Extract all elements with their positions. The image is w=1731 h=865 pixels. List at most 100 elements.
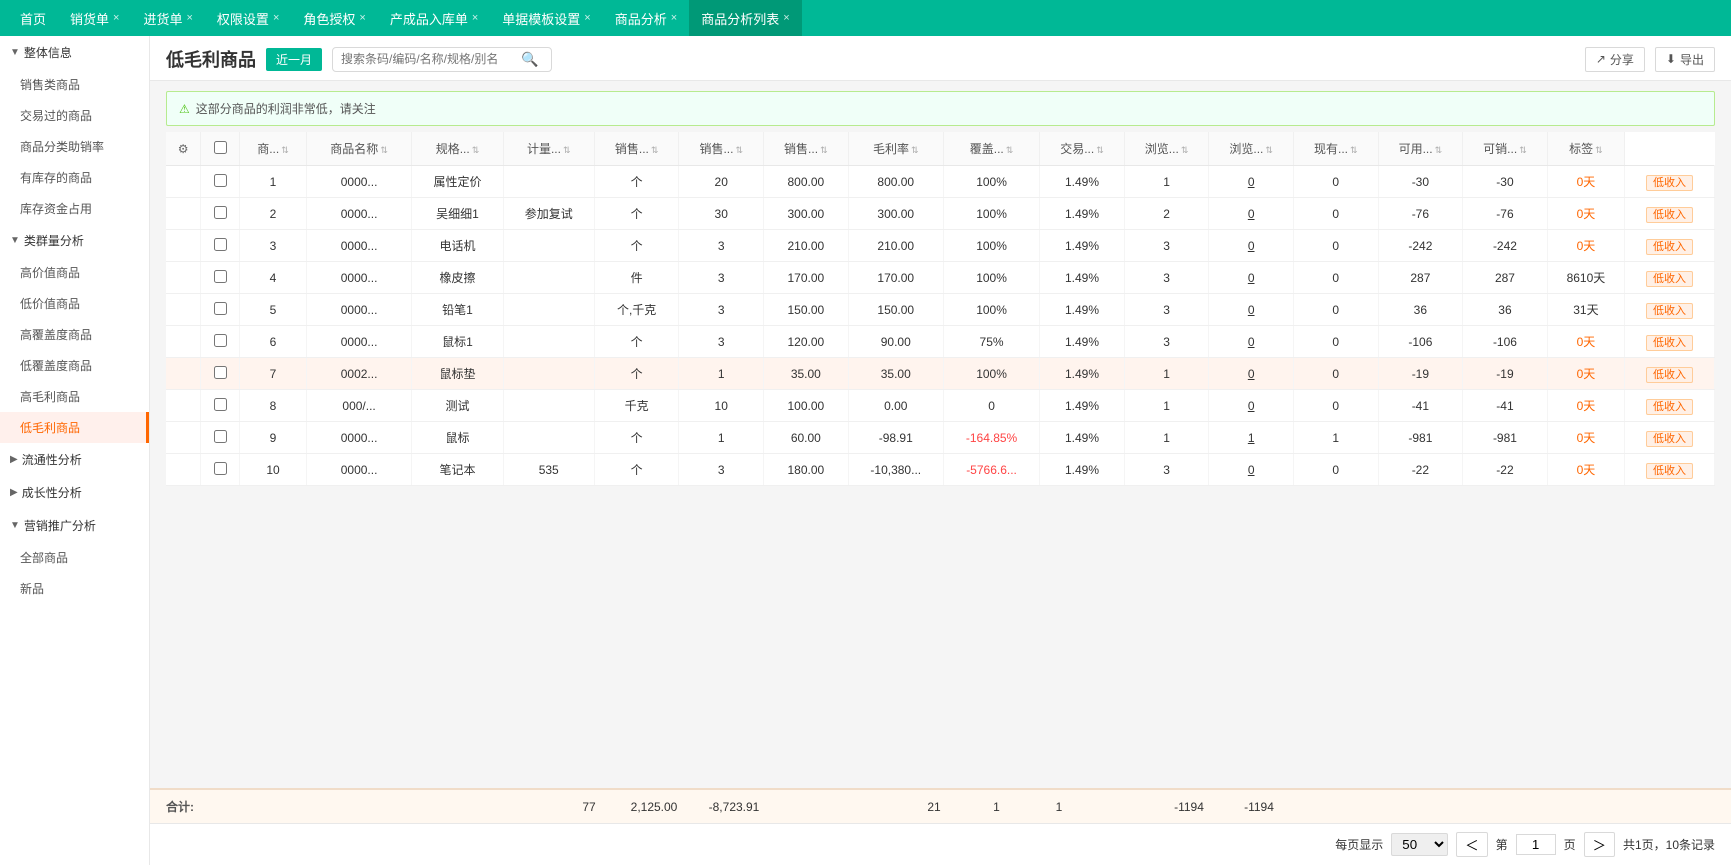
nav-close-permissions[interactable]: × xyxy=(273,12,279,24)
sidebar-section-group[interactable]: ▼ 类群量分析 xyxy=(0,224,149,257)
row-coverage: 1.49% xyxy=(1040,230,1125,262)
col-coverage[interactable]: 覆盖...⇅ xyxy=(943,132,1039,166)
export-button[interactable]: ⬇ 导出 xyxy=(1655,47,1715,72)
col-settings[interactable]: ⚙ xyxy=(166,132,201,166)
col-sales-amount[interactable]: 销售...⇅ xyxy=(764,132,849,166)
nav-permissions[interactable]: 权限设置 × xyxy=(205,0,291,36)
nav-close-sales-order[interactable]: × xyxy=(113,12,119,24)
row-browse1[interactable]: 0 xyxy=(1209,198,1294,230)
sidebar-section-growth[interactable]: ▶ 成长性分析 xyxy=(0,476,149,509)
row-settings xyxy=(166,198,201,230)
col-tag[interactable]: 标签⇅ xyxy=(1547,132,1624,166)
row-checkbox[interactable] xyxy=(201,262,240,294)
share-button[interactable]: ↗ 分享 xyxy=(1585,47,1645,72)
page-number-input[interactable] xyxy=(1516,834,1556,855)
row-gross-rate: 75% xyxy=(943,326,1039,358)
row-gross-rate: 100% xyxy=(943,166,1039,198)
nav-product-analysis-list[interactable]: 商品分析列表 × xyxy=(689,0,801,36)
col-unit[interactable]: 计量...⇅ xyxy=(503,132,594,166)
sidebar-item-new-goods[interactable]: 新品 xyxy=(0,573,149,604)
nav-role-auth[interactable]: 角色授权 × xyxy=(291,0,377,36)
nav-sales-order[interactable]: 销货单 × xyxy=(58,0,131,36)
settings-icon[interactable]: ⚙ xyxy=(178,142,189,156)
row-checkbox[interactable] xyxy=(201,294,240,326)
row-browse1[interactable]: 0 xyxy=(1209,454,1294,486)
nav-close-template-settings[interactable]: × xyxy=(584,12,590,24)
nav-close-product-inbound[interactable]: × xyxy=(472,12,478,24)
row-saleable: 0天 xyxy=(1547,230,1624,262)
col-name[interactable]: 商品名称⇅ xyxy=(306,132,412,166)
col-checkbox[interactable] xyxy=(201,132,240,166)
row-no: 8 xyxy=(240,390,307,422)
sidebar-item-low-value[interactable]: 低价值商品 xyxy=(0,288,149,319)
row-checkbox[interactable] xyxy=(201,198,240,230)
sidebar-item-category-rate[interactable]: 商品分类助销率 xyxy=(0,131,149,162)
nav-product-inbound[interactable]: 产成品入库单 × xyxy=(378,0,490,36)
nav-close-role-auth[interactable]: × xyxy=(359,12,365,24)
sidebar-item-high-value[interactable]: 高价值商品 xyxy=(0,257,149,288)
row-browse1[interactable]: 1 xyxy=(1209,422,1294,454)
row-checkbox[interactable] xyxy=(201,422,240,454)
row-sales-qty: 10 xyxy=(679,390,764,422)
sidebar-item-high-coverage[interactable]: 高覆盖度商品 xyxy=(0,319,149,350)
col-trade[interactable]: 交易...⇅ xyxy=(1040,132,1125,166)
col-spec[interactable]: 规格...⇅ xyxy=(412,132,503,166)
row-checkbox[interactable] xyxy=(201,230,240,262)
sidebar-item-capital[interactable]: 库存资金占用 xyxy=(0,193,149,224)
row-gross-rate: 0 xyxy=(943,390,1039,422)
col-gross-rate[interactable]: 毛利率⇅ xyxy=(848,132,943,166)
sidebar-item-high-margin[interactable]: 高毛利商品 xyxy=(0,381,149,412)
row-checkbox[interactable] xyxy=(201,454,240,486)
row-tag: 低收入 xyxy=(1625,198,1715,230)
row-browse1[interactable]: 0 xyxy=(1209,358,1294,390)
export-icon: ⬇ xyxy=(1666,52,1676,66)
nav-template-settings[interactable]: 单据模板设置 × xyxy=(490,0,602,36)
row-no: 2 xyxy=(240,198,307,230)
col-available[interactable]: 可用...⇅ xyxy=(1378,132,1463,166)
nav-home[interactable]: 首页 xyxy=(8,0,58,36)
row-checkbox[interactable] xyxy=(201,326,240,358)
col-saleable[interactable]: 可销...⇅ xyxy=(1463,132,1548,166)
row-settings xyxy=(166,454,201,486)
row-browse1[interactable]: 0 xyxy=(1209,294,1294,326)
sidebar-item-traded-goods[interactable]: 交易过的商品 xyxy=(0,100,149,131)
search-input[interactable] xyxy=(341,52,521,66)
time-filter-button[interactable]: 近一月 xyxy=(266,48,322,71)
page-size-select[interactable]: 50 100 200 xyxy=(1391,833,1448,856)
sidebar-item-sales-goods[interactable]: 销售类商品 xyxy=(0,69,149,100)
sidebar-item-all-goods[interactable]: 全部商品 xyxy=(0,542,149,573)
nav-close-product-analysis[interactable]: × xyxy=(671,12,677,24)
col-current[interactable]: 现有...⇅ xyxy=(1293,132,1378,166)
search-icon[interactable]: 🔍 xyxy=(521,51,538,68)
row-sales-qty: 1 xyxy=(679,358,764,390)
select-all-checkbox[interactable] xyxy=(214,141,227,154)
nav-close-purchase-order[interactable]: × xyxy=(186,12,192,24)
col-browse1[interactable]: 浏览...⇅ xyxy=(1124,132,1209,166)
sidebar-item-low-coverage[interactable]: 低覆盖度商品 xyxy=(0,350,149,381)
nav-purchase-order[interactable]: 进货单 × xyxy=(131,0,204,36)
sidebar-item-stock-goods[interactable]: 有库存的商品 xyxy=(0,162,149,193)
row-trade: 3 xyxy=(1124,326,1209,358)
row-checkbox[interactable] xyxy=(201,390,240,422)
row-browse1[interactable]: 0 xyxy=(1209,230,1294,262)
next-page-button[interactable]: ＞ xyxy=(1584,832,1615,857)
row-code: 0000... xyxy=(306,230,412,262)
sidebar-section-marketing[interactable]: ▼ 营销推广分析 xyxy=(0,509,149,542)
col-code[interactable]: 商...⇅ xyxy=(240,132,307,166)
row-browse1[interactable]: 0 xyxy=(1209,166,1294,198)
row-checkbox[interactable] xyxy=(201,358,240,390)
row-checkbox[interactable] xyxy=(201,166,240,198)
sidebar-section-overall[interactable]: ▼ 整体信息 xyxy=(0,36,149,69)
sidebar-section-flow[interactable]: ▶ 流通性分析 xyxy=(0,443,149,476)
nav-close-product-analysis-list[interactable]: × xyxy=(783,12,789,24)
sidebar-item-low-margin[interactable]: 低毛利商品 xyxy=(0,412,149,443)
col-sales-qty[interactable]: 销售...⇅ xyxy=(594,132,679,166)
row-browse1[interactable]: 0 xyxy=(1209,390,1294,422)
col-browse2[interactable]: 浏览...⇅ xyxy=(1209,132,1294,166)
row-browse1[interactable]: 0 xyxy=(1209,326,1294,358)
row-current: -41 xyxy=(1378,390,1463,422)
nav-product-analysis[interactable]: 商品分析 × xyxy=(603,0,689,36)
row-browse1[interactable]: 0 xyxy=(1209,262,1294,294)
prev-page-button[interactable]: ＜ xyxy=(1456,832,1487,857)
col-sales-price[interactable]: 销售...⇅ xyxy=(679,132,764,166)
